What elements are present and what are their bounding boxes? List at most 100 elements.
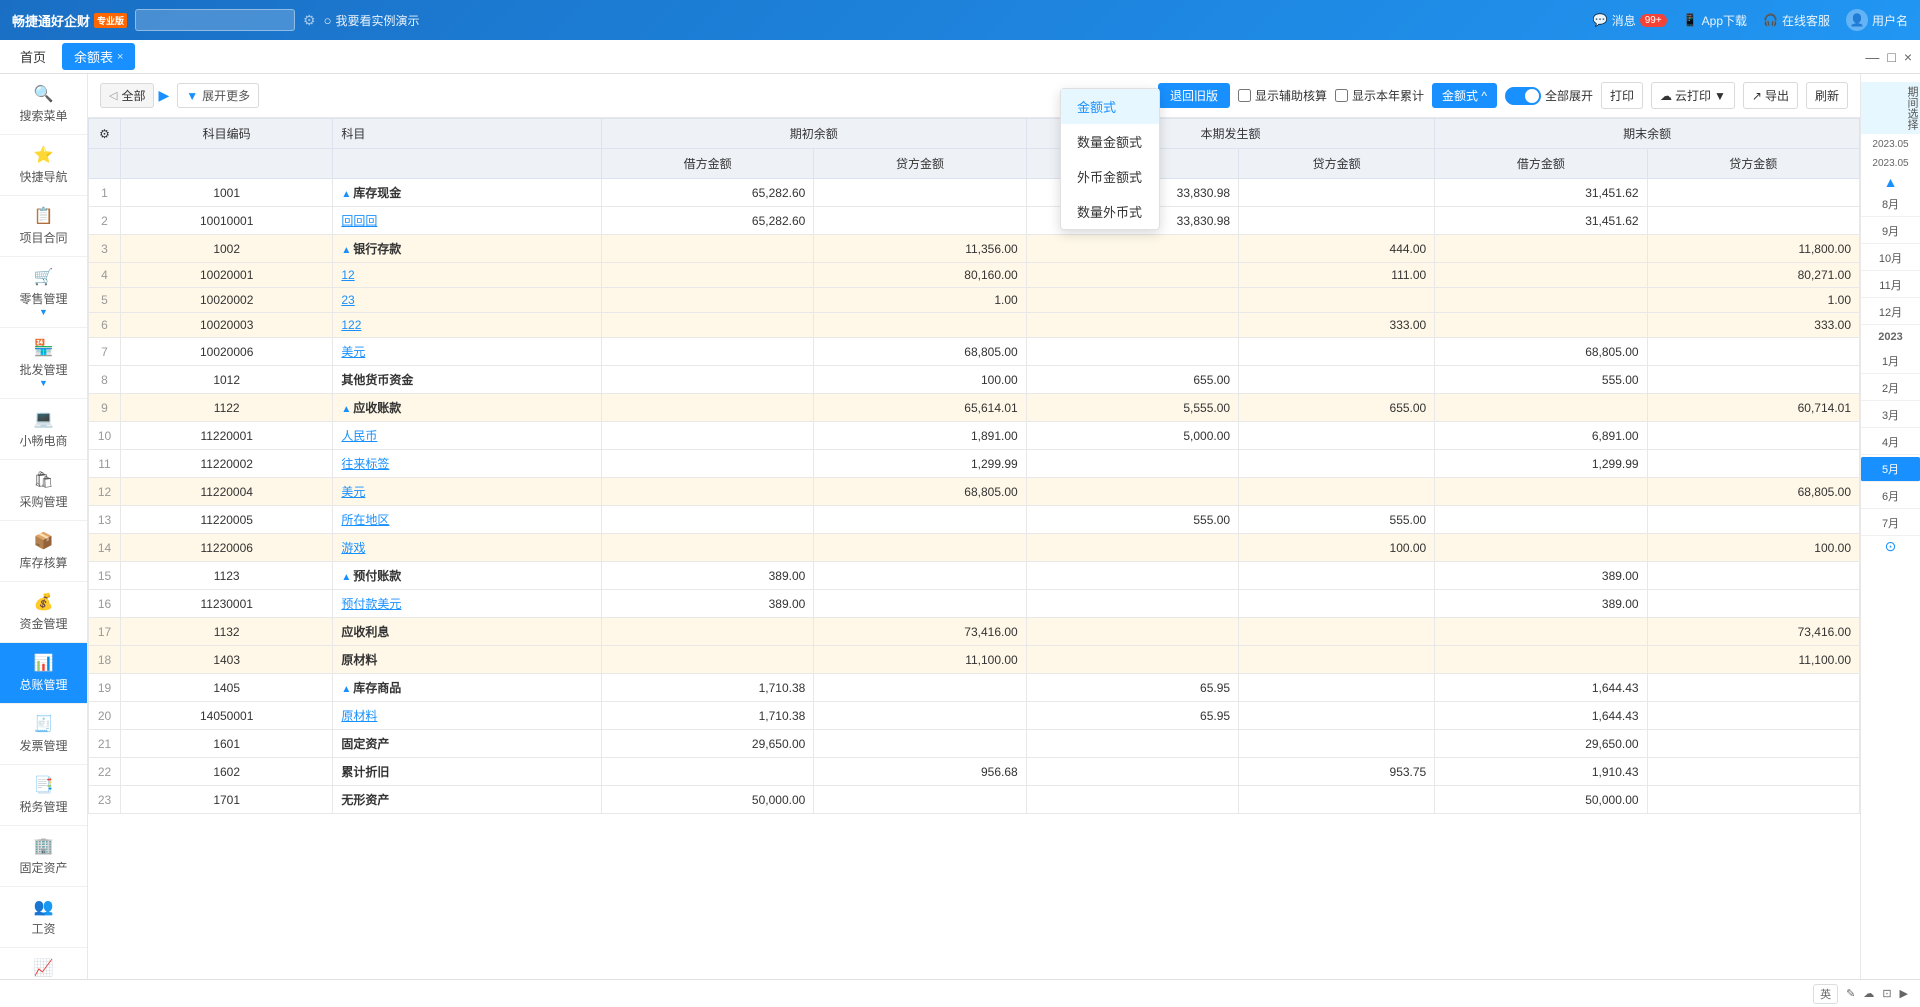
user-avatar[interactable]: 👤 用户名 <box>1846 9 1908 31</box>
expand-more-btn[interactable]: ▼ 展开更多 <box>177 83 259 108</box>
ytd-checkbox-input[interactable] <box>1335 89 1348 102</box>
sidebar-item-operations[interactable]: 📈 经营管理 <box>0 948 87 979</box>
expand-all-toggle[interactable]: 全部展开 <box>1505 87 1593 105</box>
row-curr-debit-cell <box>1026 646 1238 674</box>
status-icon-3[interactable]: ⊡ <box>1882 987 1891 1000</box>
refresh-btn[interactable]: 刷新 <box>1806 82 1848 109</box>
month-6[interactable]: 6月 <box>1861 484 1920 509</box>
sidebar-item-wholesale[interactable]: 🏪 批发管理 ▼ <box>0 328 87 399</box>
amount-style-btn[interactable]: 金额式 ^ <box>1432 83 1497 108</box>
month-3[interactable]: 3月 <box>1861 403 1920 428</box>
tab-close-icon[interactable]: × <box>117 51 123 63</box>
dropdown-item-qty-foreign[interactable]: 数量外币式 <box>1061 194 1159 229</box>
tab-home[interactable]: 首页 <box>8 43 58 70</box>
balance-table-container[interactable]: ⚙ 科目编码 科目 期初余额 本期发生额 期末余额 借方金额 贷方金额 <box>88 118 1860 979</box>
window-maximize-icon[interactable]: □ <box>1887 49 1895 65</box>
search-icon: 🔍 <box>34 84 54 104</box>
period-collapse-icon[interactable]: ⊙ <box>1885 538 1897 555</box>
year-2023-label: 2023 <box>1876 327 1904 347</box>
row-end-credit-cell <box>1647 730 1859 758</box>
row-curr-debit-cell: 5,555.00 <box>1026 394 1238 422</box>
window-minimize-icon[interactable]: — <box>1865 49 1879 65</box>
table-row: 12 11220004 美元 68,805.00 68,805.00 <box>89 478 1860 506</box>
status-icon-2[interactable]: ☁ <box>1863 987 1874 1000</box>
demo-link[interactable]: ○ 我要看实例演示 <box>324 12 420 29</box>
month-5[interactable]: 5月 <box>1861 457 1920 482</box>
status-icon-4[interactable]: ▶ <box>1900 987 1908 1000</box>
month-1[interactable]: 1月 <box>1861 349 1920 374</box>
row-end-credit-cell: 68,805.00 <box>1647 478 1859 506</box>
table-row: 3 1002 ▲银行存款 11,356.00 444.00 11,800.00 <box>89 235 1860 263</box>
sidebar-item-inventory[interactable]: 📦 库存核算 <box>0 521 87 582</box>
row-name-cell: 原材料 <box>333 702 602 730</box>
month-9[interactable]: 9月 <box>1861 219 1920 244</box>
tab-balance-sheet[interactable]: 余额表 × <box>62 43 135 70</box>
sidebar-quick-nav[interactable]: ⭐ 快捷导航 <box>0 135 87 196</box>
row-open-debit-cell: 50,000.00 <box>601 786 813 814</box>
assist-checkbox-input[interactable] <box>1238 89 1251 102</box>
row-end-debit-cell: 1,644.43 <box>1435 702 1647 730</box>
row-open-credit-cell: 65,614.01 <box>814 394 1026 422</box>
tab-bar: 首页 余额表 × — □ × <box>0 40 1920 74</box>
row-curr-debit-cell <box>1026 534 1238 562</box>
toggle-switch-track[interactable] <box>1505 87 1541 105</box>
search-config-icon[interactable]: ⚙ <box>303 12 316 29</box>
status-icon-1[interactable]: ✎ <box>1846 987 1855 1000</box>
message-btn[interactable]: 💬 消息 99+ <box>1593 12 1667 29</box>
period-up-icon[interactable]: ▲ <box>1884 174 1898 190</box>
sidebar-item-payroll[interactable]: 👥 工资 <box>0 887 87 948</box>
month-2[interactable]: 2月 <box>1861 376 1920 401</box>
row-name-cell: 应收利息 <box>333 618 602 646</box>
service-btn[interactable]: 🎧 在线客服 <box>1763 12 1830 29</box>
table-settings-icon[interactable]: ⚙ <box>99 127 110 141</box>
sidebar-item-ecommerce[interactable]: 💻 小畅电商 <box>0 399 87 460</box>
lang-label[interactable]: 英 <box>1813 984 1838 1004</box>
sidebar-search[interactable]: 🔍 搜索菜单 <box>0 74 87 135</box>
sidebar-item-invoice[interactable]: 🧾 发票管理 <box>0 704 87 765</box>
row-end-credit-cell: 73,416.00 <box>1647 618 1859 646</box>
cloud-print-btn[interactable]: ☁ 云打印 ▼ <box>1651 82 1735 109</box>
sidebar-item-assets[interactable]: 🏢 固定资产 <box>0 826 87 887</box>
row-curr-debit-cell: 65.95 <box>1026 674 1238 702</box>
month-7[interactable]: 7月 <box>1861 511 1920 536</box>
sidebar-item-project[interactable]: 📋 项目合同 <box>0 196 87 257</box>
show-assist-checkbox[interactable]: 显示辅助核算 <box>1238 87 1327 104</box>
dropdown-item-foreign-amount[interactable]: 外币金额式 <box>1061 159 1159 194</box>
show-ytd-checkbox[interactable]: 显示本年累计 <box>1335 87 1424 104</box>
row-num-cell: 20 <box>89 702 121 730</box>
sidebar-item-purchase[interactable]: 🛍 采购管理 <box>0 460 87 521</box>
row-num-cell: 10 <box>89 422 121 450</box>
quick-nav-icon: ⭐ <box>34 145 54 165</box>
download-btn[interactable]: 📱 App下载 <box>1683 12 1747 29</box>
row-curr-credit-cell: 655.00 <box>1239 394 1435 422</box>
row-num-cell: 21 <box>89 730 121 758</box>
table-row: 9 1122 ▲应收账款 65,614.01 5,555.00 655.00 6… <box>89 394 1860 422</box>
dropdown-item-amount[interactable]: 金额式 <box>1061 89 1159 124</box>
search-forward-icon[interactable]: ▶ <box>158 87 169 104</box>
export-btn[interactable]: ↗ 导出 <box>1743 82 1798 109</box>
sidebar-item-retail[interactable]: 🛒 零售管理 ▼ <box>0 257 87 328</box>
row-code-cell: 1123 <box>121 562 333 590</box>
month-8[interactable]: 8月 <box>1861 192 1920 217</box>
window-close-icon[interactable]: × <box>1904 49 1912 65</box>
tax-icon: 📑 <box>34 775 54 795</box>
sidebar-item-tax[interactable]: 📑 税务管理 <box>0 765 87 826</box>
table-row: 21 1601 固定资产 29,650.00 29,650.00 <box>89 730 1860 758</box>
toolbar-right: 退回旧版 显示辅助核算 显示本年累计 金额式 ^ 金额式 数量金额式 外币金额式 <box>1158 82 1848 109</box>
row-name-cell: ▲库存商品 <box>333 674 602 702</box>
month-10[interactable]: 10月 <box>1861 246 1920 271</box>
row-open-credit-cell <box>814 702 1026 730</box>
status-bar-right: 英 ✎ ☁ ⊡ ▶ <box>1813 984 1908 1004</box>
row-curr-debit-cell <box>1026 288 1238 313</box>
row-code-cell: 11220004 <box>121 478 333 506</box>
month-4[interactable]: 4月 <box>1861 430 1920 455</box>
return-old-btn[interactable]: 退回旧版 <box>1158 83 1230 108</box>
sidebar-item-ledger[interactable]: 📊 总账管理 <box>0 643 87 704</box>
settings-header[interactable]: ⚙ <box>89 119 121 149</box>
sidebar-item-capital[interactable]: 💰 资金管理 <box>0 582 87 643</box>
month-12[interactable]: 12月 <box>1861 300 1920 325</box>
print-btn[interactable]: 打印 <box>1601 82 1643 109</box>
dropdown-item-qty-amount[interactable]: 数量金额式 <box>1061 124 1159 159</box>
top-search-input[interactable] <box>135 9 295 31</box>
month-11[interactable]: 11月 <box>1861 273 1920 298</box>
